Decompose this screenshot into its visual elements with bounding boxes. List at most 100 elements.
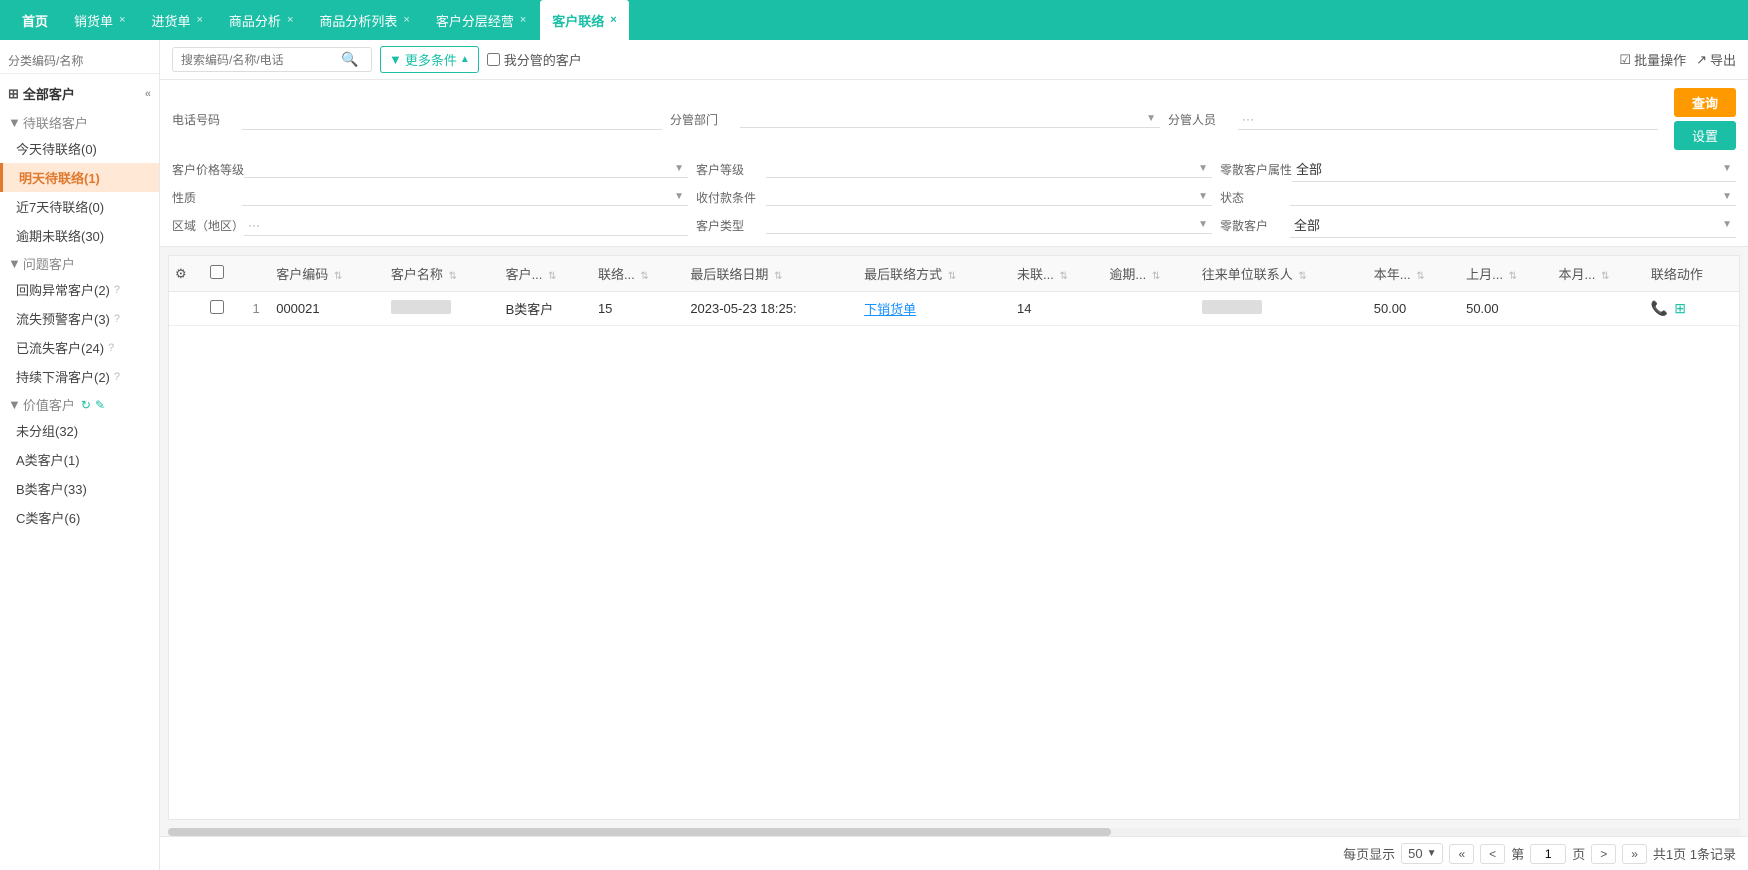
col-last-contact-method[interactable]: 最后联络方式 ⇅ (858, 256, 1011, 292)
sidebar-item-class-c[interactable]: C类客户(6) (0, 503, 159, 532)
col-code-sort-icon[interactable]: ⇅ (334, 271, 342, 282)
cell-last-contact-method[interactable]: 下销货单 (858, 292, 1011, 326)
nav-close-customer-contact[interactable]: × (610, 14, 616, 26)
retail-customer-select[interactable]: 全部 ▼ (1290, 212, 1736, 238)
more-filter-button[interactable]: ▼ 更多条件 ▲ (380, 46, 479, 73)
row-checkbox[interactable] (210, 300, 224, 314)
col-type-sort-icon[interactable]: ⇅ (548, 271, 556, 282)
phone-input[interactable] (242, 109, 662, 130)
value-refresh-icon[interactable]: ↻ (81, 398, 91, 412)
sidebar-all-customers[interactable]: ⊞ 全部客户 « (0, 78, 159, 109)
col-type[interactable]: 客户... ⇅ (500, 256, 592, 292)
horizontal-scrollbar[interactable] (168, 828, 1740, 836)
sidebar-item-tomorrow[interactable]: 明天待联络(1) (0, 163, 159, 192)
customer-level-select[interactable]: ▼ (766, 160, 1212, 178)
col-last-month-sort-icon[interactable]: ⇅ (1509, 271, 1517, 282)
customer-name-blurred (391, 300, 451, 314)
person-select[interactable]: ··· (1238, 109, 1658, 130)
col-contact-person-sort-icon[interactable]: ⇅ (1298, 271, 1306, 282)
nav-close-goods-analysis[interactable]: × (287, 14, 293, 26)
nav-item-goods-analysis[interactable]: 商品分析 × (217, 0, 305, 40)
col-contact[interactable]: 联络... ⇅ (592, 256, 684, 292)
sidebar-item-class-b[interactable]: B类客户(33) (0, 474, 159, 503)
col-this-year[interactable]: 本年... ⇅ (1368, 256, 1460, 292)
sidebar-group-pending[interactable]: ▼ 待联络客户 (0, 109, 159, 134)
col-contact-sort-icon[interactable]: ⇅ (640, 271, 648, 282)
nav-close-sales[interactable]: × (119, 14, 125, 26)
dept-select[interactable]: ▼ (740, 110, 1160, 128)
repurchase-help-icon[interactable]: ? (114, 284, 120, 296)
sidebar-item-declining[interactable]: 持续下滑客户(2) ? (0, 362, 159, 391)
sidebar-item-overdue[interactable]: 逾期未联络(30) (0, 221, 159, 250)
first-page-button[interactable]: « (1449, 844, 1474, 864)
select-all-checkbox[interactable] (210, 265, 224, 279)
nav-close-goods-analysis-list[interactable]: × (403, 14, 409, 26)
cell-checkbox[interactable] (204, 292, 242, 326)
col-method-sort-icon[interactable]: ⇅ (948, 271, 956, 282)
phone-action-icon[interactable]: 📞 (1651, 300, 1668, 317)
sidebar-item-class-a[interactable]: A类客户(1) (0, 445, 159, 474)
nav-item-purchase[interactable]: 进货单 × (139, 0, 214, 40)
nav-item-home[interactable]: 首页 (10, 0, 60, 40)
sidebar-item-week[interactable]: 近7天待联络(0) (0, 192, 159, 221)
col-not-contacted-sort-icon[interactable]: ⇅ (1059, 271, 1067, 282)
col-name[interactable]: 客户名称 ⇅ (385, 256, 500, 292)
query-button[interactable]: 查询 (1674, 88, 1736, 117)
my-customers-checkbox-container[interactable]: 我分管的客户 (487, 50, 582, 69)
nav-item-customer-segment[interactable]: 客户分层经营 × (424, 0, 538, 40)
last-contact-method-link[interactable]: 下销货单 (864, 302, 916, 317)
sidebar-group-problem[interactable]: ▼ 问题客户 (0, 250, 159, 275)
col-code[interactable]: 客户编码 ⇅ (270, 256, 385, 292)
next-page-button[interactable]: > (1591, 844, 1616, 864)
col-gear[interactable]: ⚙ (169, 256, 204, 292)
prev-page-button[interactable]: < (1480, 844, 1505, 864)
sidebar-search-input[interactable] (8, 54, 160, 68)
gear-icon[interactable]: ⚙ (175, 266, 187, 281)
last-page-button[interactable]: » (1622, 844, 1647, 864)
grid-action-icon[interactable]: ⊞ (1674, 300, 1686, 317)
nav-item-customer-contact[interactable]: 客户联络 × (540, 0, 628, 40)
col-name-sort-icon[interactable]: ⇅ (449, 271, 457, 282)
col-contact-person[interactable]: 往来单位联系人 ⇅ (1196, 256, 1368, 292)
churned-help-icon[interactable]: ? (108, 342, 114, 354)
nav-close-customer-segment[interactable]: × (520, 14, 526, 26)
price-level-select[interactable]: ▼ (244, 160, 688, 178)
export-button[interactable]: ↗ 导出 (1696, 50, 1736, 69)
declining-help-icon[interactable]: ? (114, 371, 120, 383)
status-select[interactable]: ▼ (1290, 188, 1736, 206)
col-this-month-sort-icon[interactable]: ⇅ (1601, 271, 1609, 282)
churn-warning-help-icon[interactable]: ? (114, 313, 120, 325)
value-edit-icon[interactable]: ✎ (95, 398, 105, 412)
col-checkbox[interactable] (204, 256, 242, 292)
retail-attr-select[interactable]: 全部 ▼ (1292, 156, 1736, 182)
nav-item-goods-analysis-list[interactable]: 商品分析列表 × (307, 0, 421, 40)
col-overdue[interactable]: 逾期... ⇅ (1103, 256, 1195, 292)
sidebar-item-churn-warning[interactable]: 流失预警客户(3) ? (0, 304, 159, 333)
payment-select[interactable]: ▼ (766, 188, 1212, 206)
scrollbar-thumb[interactable] (168, 828, 1111, 836)
col-last-contact-date[interactable]: 最后联络日期 ⇅ (684, 256, 858, 292)
per-page-select[interactable]: 50 ▼ (1401, 843, 1443, 864)
col-overdue-sort-icon[interactable]: ⇅ (1152, 271, 1160, 282)
col-this-month[interactable]: 本月... ⇅ (1552, 256, 1644, 292)
customer-type-select[interactable]: ▼ (766, 216, 1212, 234)
nav-item-sales[interactable]: 销货单 × (62, 0, 137, 40)
col-date-sort-icon[interactable]: ⇅ (774, 271, 782, 282)
sidebar-group-value[interactable]: ▼ 价值客户 ↻ ✎ (0, 391, 159, 416)
batch-op-button[interactable]: ☑ 批量操作 (1619, 50, 1686, 69)
sidebar-item-ungrouped[interactable]: 未分组(32) (0, 416, 159, 445)
settings-button[interactable]: 设置 (1674, 121, 1736, 150)
search-icon[interactable]: 🔍 (341, 51, 358, 68)
nature-select[interactable]: ▼ (242, 188, 688, 206)
sidebar-item-repurchase[interactable]: 回购异常客户(2) ? (0, 275, 159, 304)
col-last-month[interactable]: 上月... ⇅ (1460, 256, 1552, 292)
search-input[interactable] (181, 53, 341, 67)
sidebar-item-today[interactable]: 今天待联络(0) (0, 134, 159, 163)
col-not-contacted[interactable]: 未联... ⇅ (1011, 256, 1103, 292)
page-number-input[interactable] (1530, 844, 1566, 864)
my-customers-checkbox[interactable] (487, 53, 500, 66)
sidebar-item-churned[interactable]: 已流失客户(24) ? (0, 333, 159, 362)
col-this-year-sort-icon[interactable]: ⇅ (1416, 271, 1424, 282)
nav-close-purchase[interactable]: × (196, 14, 202, 26)
region-select[interactable]: ··· (244, 215, 688, 236)
